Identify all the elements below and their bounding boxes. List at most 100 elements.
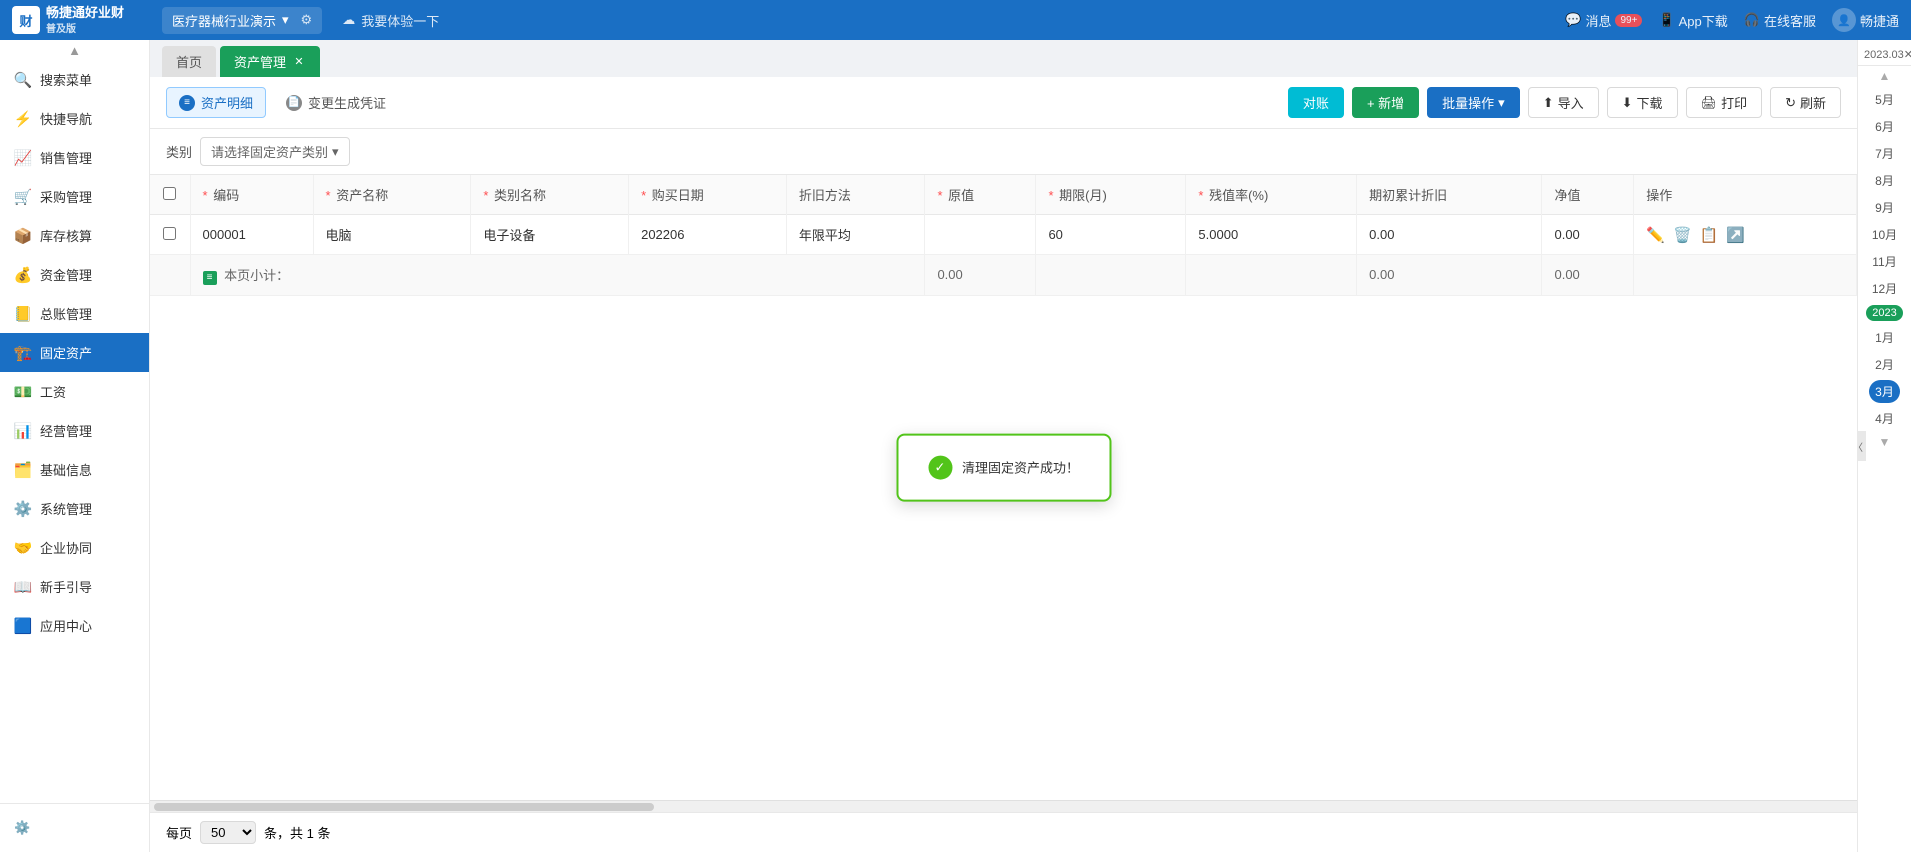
export-icon: ⬆ (1543, 95, 1554, 111)
table-header-row: * 编码 * 资产名称 * 类别名称 (150, 175, 1857, 215)
fixed-assets-icon: 🏗️ (14, 344, 32, 362)
sidebar-item-quick-nav[interactable]: ⚡ 快捷导航 (0, 99, 149, 138)
service-icon: 🎧 (1744, 12, 1760, 28)
sidebar-label-basic-info: 基础信息 (40, 460, 92, 479)
col-initial-depreciation: 期初累计折旧 (1357, 175, 1542, 215)
sidebar-label-sales: 销售管理 (40, 148, 92, 167)
sidebar-item-system[interactable]: ⚙️ 系统管理 (0, 489, 149, 528)
experience-btn[interactable]: ☁ 我要体验一下 (342, 11, 439, 30)
sidebar-item-funds[interactable]: 💰 资金管理 (0, 255, 149, 294)
sub-tab-asset-detail[interactable]: ≡ 资产明细 (166, 87, 266, 118)
rp-year-badge-2023[interactable]: 2023 (1866, 305, 1902, 321)
rp-close-btn[interactable]: ✕ (1904, 48, 1911, 61)
per-page-select[interactable]: 50 100 (200, 821, 256, 844)
row-purchase-date: 202206 (629, 215, 787, 255)
sidebar-item-fixed-assets[interactable]: 🏗️ 固定资产 (0, 333, 149, 372)
sidebar-item-inventory[interactable]: 📦 库存核算 (0, 216, 149, 255)
tab-asset-mgmt[interactable]: 资产管理 ✕ (220, 46, 320, 77)
edit-icon[interactable]: ✏️ (1646, 226, 1665, 244)
new-label: + 新增 (1367, 93, 1404, 112)
sidebar-label-salary: 工资 (40, 382, 66, 401)
sidebar-label-purchase: 采购管理 (40, 187, 92, 206)
funds-icon: 💰 (14, 266, 32, 284)
tab-home[interactable]: 首页 (162, 46, 216, 77)
salary-icon: 💵 (14, 383, 32, 401)
sidebar-item-basic-info[interactable]: 🗂️ 基础信息 (0, 450, 149, 489)
tab-close-btn[interactable]: ✕ (292, 55, 306, 69)
rp-month-11[interactable]: 11月 (1858, 248, 1911, 275)
col-category: * 类别名称 (471, 175, 629, 215)
reconcile-btn[interactable]: 对账 (1288, 87, 1344, 118)
tab-bar: 首页 资产管理 ✕ (150, 40, 1857, 77)
refresh-label: 刷新 (1800, 93, 1826, 112)
col-period: * 期限(月) (1036, 175, 1186, 215)
tab-asset-mgmt-label: 资产管理 (234, 52, 286, 71)
export-label: 导入 (1558, 93, 1584, 112)
sidebar-item-salary[interactable]: 💵 工资 (0, 372, 149, 411)
sidebar-settings-btn[interactable]: ⚙️ (0, 812, 149, 844)
app-logo: 财 畅捷通好业财 普及版 (12, 5, 142, 36)
app-download-btn[interactable]: 📱 App下载 (1658, 11, 1727, 30)
table-wrap: * 编码 * 资产名称 * 类别名称 (150, 175, 1857, 800)
user-avatar[interactable]: 👤 畅捷通 (1832, 8, 1899, 32)
company-selector[interactable]: 医疗器械行业演示 ▾ ⚙ (162, 7, 322, 34)
export-btn[interactable]: ⬆ 导入 (1528, 87, 1599, 118)
rp-month-8[interactable]: 8月 (1858, 167, 1911, 194)
sub-tab-change-voucher[interactable]: 📄 变更生成凭证 (274, 88, 398, 117)
sidebar-item-guide[interactable]: 📖 新手引导 (0, 567, 149, 606)
rp-month-5[interactable]: 5月 (1858, 86, 1911, 113)
online-service-btn[interactable]: 🎧 在线客服 (1744, 11, 1816, 30)
download-label: 下载 (1637, 93, 1663, 112)
new-btn[interactable]: + 新增 (1352, 87, 1419, 118)
scrollbar-thumb[interactable] (154, 803, 654, 811)
rp-month-4[interactable]: 4月 (1858, 405, 1911, 432)
col-depreciation-method: 折旧方法 (786, 175, 925, 215)
category-filter-select[interactable]: 请选择固定资产类别 ▾ (200, 137, 350, 166)
messages-btn[interactable]: 💬 消息 99+ (1565, 11, 1642, 30)
app-center-icon: 🟦 (14, 617, 32, 635)
rp-month-6[interactable]: 6月 (1858, 113, 1911, 140)
row-residual-rate: 5.0000 (1186, 215, 1357, 255)
rp-month-3-active[interactable]: 3月 (1869, 380, 1900, 403)
col-purchase-date: * 购买日期 (629, 175, 787, 215)
logo-icon: 财 (12, 6, 40, 34)
sidebar-item-sales[interactable]: 📈 销售管理 (0, 138, 149, 177)
batch-btn[interactable]: 批量操作 ▾ (1427, 87, 1520, 118)
sidebar-item-cooperation[interactable]: 🤝 企业协同 (0, 528, 149, 567)
sidebar-item-operations[interactable]: 📊 经营管理 (0, 411, 149, 450)
bottom-scrollbar[interactable] (150, 800, 1857, 812)
reconcile-label: 对账 (1303, 93, 1329, 112)
row-checkbox[interactable] (163, 227, 176, 240)
copy-icon[interactable]: 📋 (1700, 226, 1719, 244)
rp-month-9[interactable]: 9月 (1858, 194, 1911, 221)
rp-up-btn[interactable]: ▲ (1858, 66, 1911, 86)
sidebar-item-purchase[interactable]: 🛒 采购管理 (0, 177, 149, 216)
rp-month-10[interactable]: 10月 (1858, 221, 1911, 248)
download-btn[interactable]: ⬇ 下载 (1607, 87, 1678, 118)
sidebar-scroll-up[interactable]: ▲ (0, 40, 149, 60)
rp-month-7[interactable]: 7月 (1858, 140, 1911, 167)
refresh-btn[interactable]: ↻ 刷新 (1770, 87, 1841, 118)
category-filter-placeholder: 请选择固定资产类别 (211, 142, 328, 161)
company-name: 医疗器械行业演示 (172, 11, 276, 30)
basic-info-icon: 🗂️ (14, 461, 32, 479)
per-page-label: 每页 (166, 823, 192, 842)
subtotal-original-value: 0.00 (925, 255, 1036, 296)
delete-icon[interactable]: 🗑️ (1673, 226, 1692, 244)
print-btn[interactable]: 🖨 打印 (1686, 87, 1763, 118)
sidebar-item-ledger[interactable]: 📒 总账管理 (0, 294, 149, 333)
print-icon: 🖨 (1701, 95, 1718, 111)
rp-expand-btn[interactable]: 〈 (1857, 431, 1866, 461)
select-all-checkbox[interactable] (163, 187, 176, 200)
settings-icon[interactable]: ⚙ (301, 12, 313, 28)
sidebar-item-search[interactable]: 🔍 搜索菜单 (0, 60, 149, 99)
more-icon[interactable]: ↗️ (1726, 226, 1745, 244)
rp-month-12[interactable]: 12月 (1858, 275, 1911, 302)
settings-bottom-icon: ⚙️ (14, 820, 30, 836)
col-checkbox (150, 175, 190, 215)
sidebar-item-app-center[interactable]: 🟦 应用中心 (0, 606, 149, 645)
rp-month-1[interactable]: 1月 (1858, 324, 1911, 351)
filter-bar: 类别 请选择固定资产类别 ▾ (150, 129, 1857, 175)
avatar: 👤 (1832, 8, 1856, 32)
rp-month-2[interactable]: 2月 (1858, 351, 1911, 378)
